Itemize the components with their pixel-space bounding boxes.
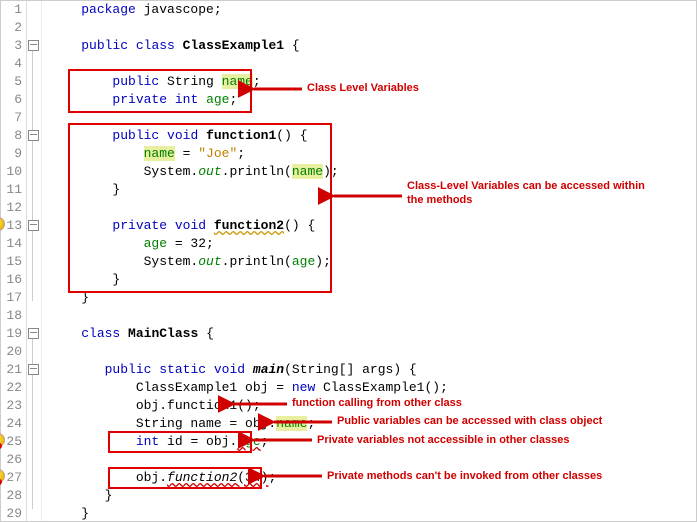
code-line: int id = obj.age; (50, 433, 696, 451)
code-line (50, 109, 696, 127)
fold-guide (32, 51, 33, 301)
code-content[interactable]: package javascope; public class ClassExa… (42, 1, 696, 521)
code-line: ClassExample1 obj = new ClassExample1(); (50, 379, 696, 397)
line-number: 23 (5, 397, 22, 415)
line-number: 18 (5, 307, 22, 325)
code-line (50, 307, 696, 325)
code-line: class MainClass { (50, 325, 696, 343)
line-number: 29 (5, 505, 22, 522)
code-line: package javascope; (50, 1, 696, 19)
line-number: 15 (5, 253, 22, 271)
code-line (50, 343, 696, 361)
line-number: 25 (5, 433, 22, 451)
code-line: public void function1() { (50, 127, 696, 145)
fold-toggle-icon[interactable] (28, 328, 39, 339)
fold-toggle-icon[interactable] (28, 220, 39, 231)
line-number: 3 (5, 37, 22, 55)
code-line (50, 19, 696, 37)
line-number: 14 (5, 235, 22, 253)
code-line: private int age; (50, 91, 696, 109)
line-number: 10 (5, 163, 22, 181)
code-line: age = 32; (50, 235, 696, 253)
fold-toggle-icon[interactable] (28, 364, 39, 375)
line-number: 28 (5, 487, 22, 505)
line-number: 6 (5, 91, 22, 109)
code-line: } (50, 271, 696, 289)
error-icon (0, 479, 2, 485)
line-number: 16 (5, 271, 22, 289)
line-number: 13 (5, 217, 22, 235)
code-editor: 1 2 3 4 5 6 7 8 9 10 11 12 13 14 15 16 1… (0, 0, 697, 522)
line-number: 5 (5, 73, 22, 91)
line-number: 1 (5, 1, 22, 19)
code-line (50, 199, 696, 217)
code-line: obj.function1(); (50, 397, 696, 415)
code-line: } (50, 505, 696, 522)
error-icon (0, 443, 2, 449)
line-number: 17 (5, 289, 22, 307)
code-line: public String name; (50, 73, 696, 91)
line-number: 20 (5, 343, 22, 361)
code-line: name = "Joe"; (50, 145, 696, 163)
code-line: String name = obj.name; (50, 415, 696, 433)
code-line (50, 55, 696, 73)
code-line: } (50, 181, 696, 199)
line-number: 22 (5, 379, 22, 397)
line-number: 9 (5, 145, 22, 163)
line-number: 12 (5, 199, 22, 217)
line-number: 26 (5, 451, 22, 469)
code-line: private void function2() { (50, 217, 696, 235)
code-line: System.out.println(name); (50, 163, 696, 181)
code-line: public static void main(String[] args) { (50, 361, 696, 379)
code-line: obj.function2(34); (50, 469, 696, 487)
line-number: 11 (5, 181, 22, 199)
code-line (50, 451, 696, 469)
line-number: 4 (5, 55, 22, 73)
code-line: } (50, 289, 696, 307)
line-number: 24 (5, 415, 22, 433)
line-number: 21 (5, 361, 22, 379)
line-number-gutter: 1 2 3 4 5 6 7 8 9 10 11 12 13 14 15 16 1… (1, 1, 27, 521)
line-number: 8 (5, 127, 22, 145)
line-number: 27 (5, 469, 22, 487)
line-number: 19 (5, 325, 22, 343)
fold-gutter (27, 1, 42, 521)
lightbulb-icon (0, 217, 5, 231)
fold-toggle-icon[interactable] (28, 130, 39, 141)
line-number: 7 (5, 109, 22, 127)
line-number: 2 (5, 19, 22, 37)
code-line: public class ClassExample1 { (50, 37, 696, 55)
code-line: System.out.println(age); (50, 253, 696, 271)
code-line: } (50, 487, 696, 505)
fold-toggle-icon[interactable] (28, 40, 39, 51)
